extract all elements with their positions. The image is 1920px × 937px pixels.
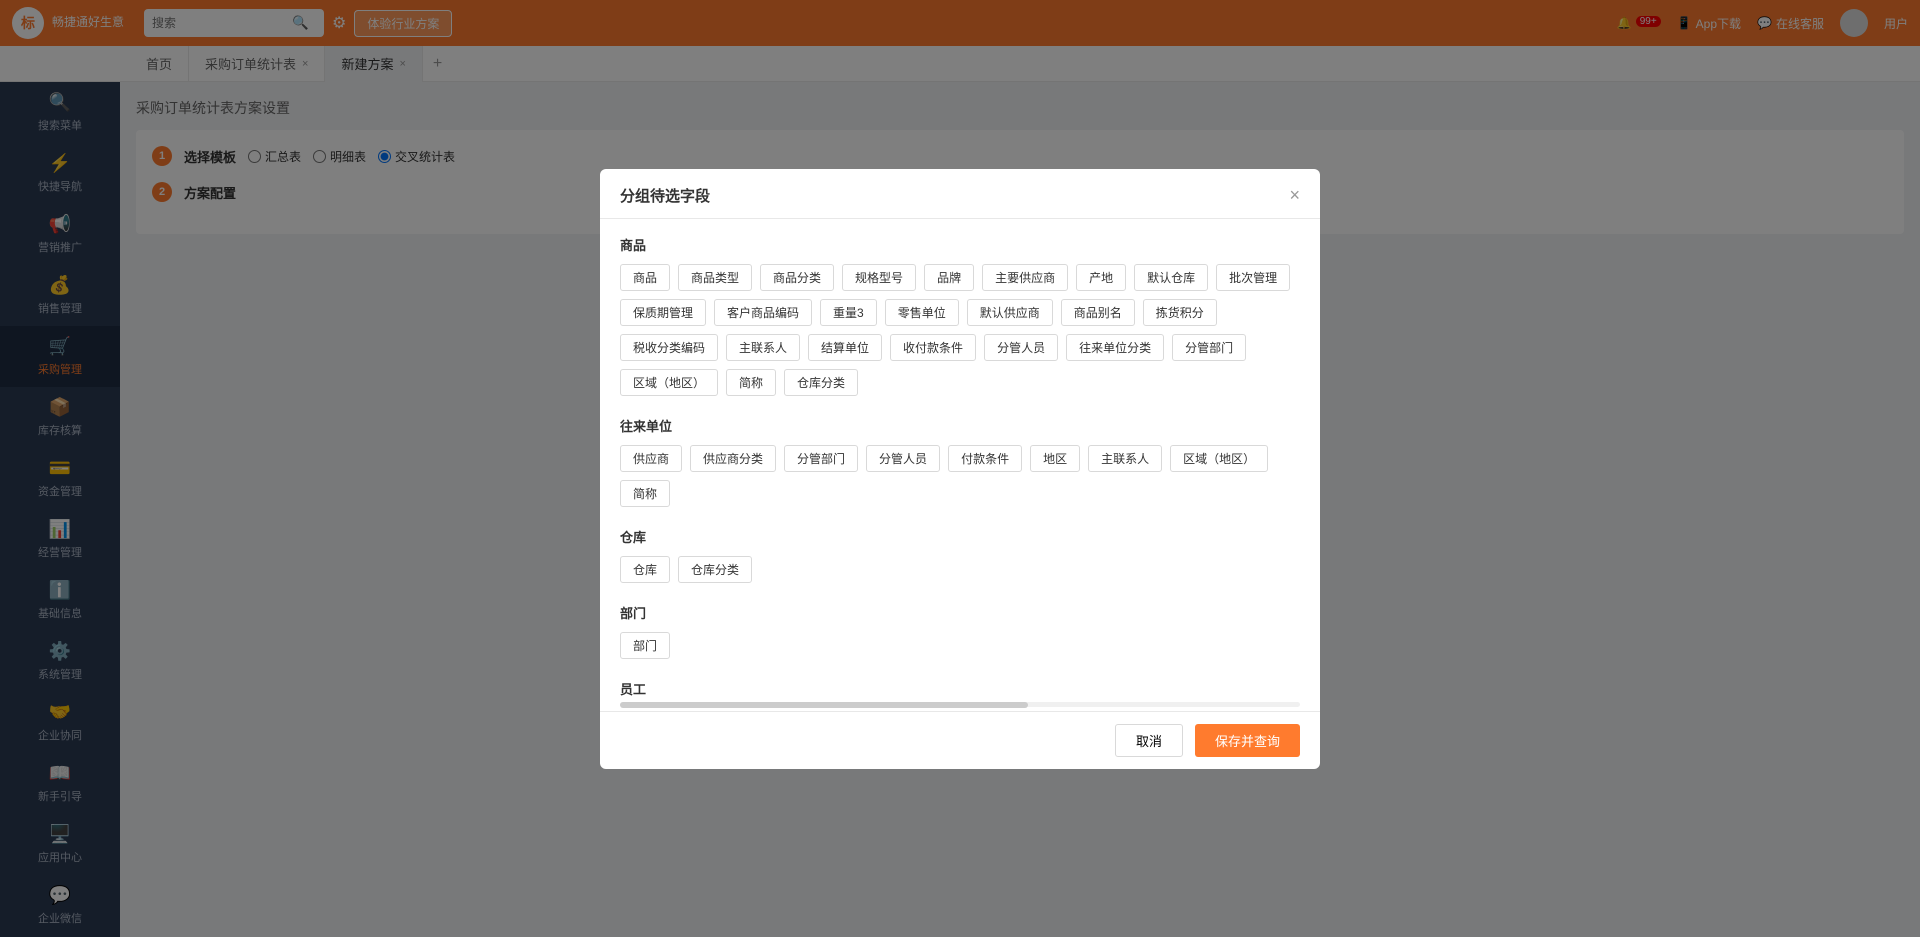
field-default-warehouse[interactable]: 默认仓库 [1134, 264, 1208, 291]
field-payment-terms[interactable]: 收付款条件 [890, 334, 976, 361]
field-product[interactable]: 商品 [620, 264, 670, 291]
section-department: 部门 部门 [620, 603, 1300, 659]
field-partner-supervisor[interactable]: 分管人员 [866, 445, 940, 472]
section-partner-title: 往来单位 [620, 416, 1300, 435]
field-product-type[interactable]: 商品类型 [678, 264, 752, 291]
field-weight3[interactable]: 重量3 [820, 299, 877, 326]
field-supplier-category[interactable]: 供应商分类 [690, 445, 776, 472]
field-product-alias[interactable]: 商品别名 [1061, 299, 1135, 326]
field-region[interactable]: 区域（地区） [620, 369, 718, 396]
field-warehouse-category[interactable]: 仓库分类 [784, 369, 858, 396]
partner-field-grid: 供应商 供应商分类 分管部门 分管人员 付款条件 地区 主联系人 区域（地区） … [620, 445, 1300, 507]
field-pick-score[interactable]: 拣货积分 [1143, 299, 1217, 326]
field-supervisor[interactable]: 分管人员 [984, 334, 1058, 361]
field-partner-abbr[interactable]: 简称 [620, 480, 670, 507]
dialog-close-button[interactable]: × [1289, 185, 1300, 206]
section-partner: 往来单位 供应商 供应商分类 分管部门 分管人员 付款条件 地区 主联系人 区域… [620, 416, 1300, 507]
dialog-overlay: 分组待选字段 × 商品 商品 商品类型 商品分类 规格型号 品牌 主要供应商 产… [0, 0, 1920, 937]
warehouse-field-grid: 仓库 仓库分类 [620, 556, 1300, 583]
field-partner-region[interactable]: 区域（地区） [1170, 445, 1268, 472]
department-field-grid: 部门 [620, 632, 1300, 659]
dialog-horizontal-scrollbar[interactable] [620, 702, 1300, 706]
section-warehouse: 仓库 仓库 仓库分类 [620, 527, 1300, 583]
confirm-button[interactable]: 保存并查询 [1195, 724, 1300, 757]
field-selection-dialog: 分组待选字段 × 商品 商品 商品类型 商品分类 规格型号 品牌 主要供应商 产… [600, 169, 1320, 769]
field-payment-condition[interactable]: 付款条件 [948, 445, 1022, 472]
section-product: 商品 商品 商品类型 商品分类 规格型号 品牌 主要供应商 产地 默认仓库 批次… [620, 235, 1300, 396]
dialog-horizontal-scroll-thumb [620, 702, 1028, 708]
dialog-header: 分组待选字段 × [600, 169, 1320, 219]
field-warehouse-cat[interactable]: 仓库分类 [678, 556, 752, 583]
dialog-body[interactable]: 商品 商品 商品类型 商品分类 规格型号 品牌 主要供应商 产地 默认仓库 批次… [600, 219, 1320, 703]
field-product-category[interactable]: 商品分类 [760, 264, 834, 291]
field-department[interactable]: 部门 [620, 632, 670, 659]
field-batch-management[interactable]: 批次管理 [1216, 264, 1290, 291]
section-department-title: 部门 [620, 603, 1300, 622]
cancel-button[interactable]: 取消 [1115, 724, 1183, 757]
field-settlement-unit[interactable]: 结算单位 [808, 334, 882, 361]
field-main-contact[interactable]: 主联系人 [726, 334, 800, 361]
field-abbr[interactable]: 简称 [726, 369, 776, 396]
field-partner-main-contact[interactable]: 主联系人 [1088, 445, 1162, 472]
field-partner-dept[interactable]: 分管部门 [784, 445, 858, 472]
field-tax-code[interactable]: 税收分类编码 [620, 334, 718, 361]
field-partner-category[interactable]: 往来单位分类 [1066, 334, 1164, 361]
section-product-title: 商品 [620, 235, 1300, 254]
dialog-footer: 取消 保存并查询 [600, 711, 1320, 769]
field-main-supplier[interactable]: 主要供应商 [982, 264, 1068, 291]
section-employee-title: 员工 [620, 679, 1300, 698]
section-warehouse-title: 仓库 [620, 527, 1300, 546]
field-spec-model[interactable]: 规格型号 [842, 264, 916, 291]
field-shelf-life[interactable]: 保质期管理 [620, 299, 706, 326]
field-brand[interactable]: 品牌 [924, 264, 974, 291]
field-supplier[interactable]: 供应商 [620, 445, 682, 472]
field-default-supplier[interactable]: 默认供应商 [967, 299, 1053, 326]
field-warehouse[interactable]: 仓库 [620, 556, 670, 583]
product-field-grid: 商品 商品类型 商品分类 规格型号 品牌 主要供应商 产地 默认仓库 批次管理 … [620, 264, 1300, 396]
dialog-title: 分组待选字段 [620, 185, 710, 206]
field-dept[interactable]: 分管部门 [1172, 334, 1246, 361]
field-customer-product-code[interactable]: 客户商品编码 [714, 299, 812, 326]
field-origin[interactable]: 产地 [1076, 264, 1126, 291]
field-retail-unit[interactable]: 零售单位 [885, 299, 959, 326]
field-area[interactable]: 地区 [1030, 445, 1080, 472]
section-employee: 员工 业务员 [620, 679, 1300, 703]
